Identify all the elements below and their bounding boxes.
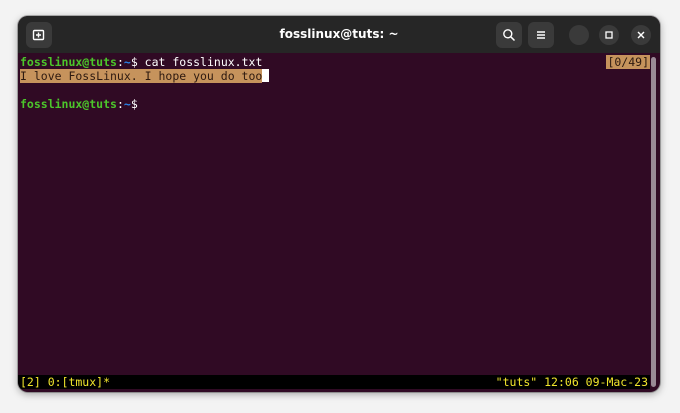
maximize-button[interactable]: [599, 25, 619, 45]
command-text: cat fosslinux.txt: [137, 55, 263, 69]
prompt-colon: :: [116, 97, 124, 111]
copy-mode-cursor: [262, 69, 270, 82]
hamburger-menu-icon: [537, 31, 545, 39]
tmux-status-right: "tuts" 12:06 09-Mac-23: [495, 375, 648, 389]
close-icon: [637, 31, 645, 39]
prompt-path: ~: [123, 97, 131, 111]
highlighted-output: I love FossLinux. I hope you do too: [20, 69, 263, 83]
prompt-colon: :: [116, 55, 124, 69]
prompt-user-host: fosslinux@tuts: [20, 55, 117, 69]
prompt-symbol: $: [130, 97, 138, 111]
search-button[interactable]: [496, 22, 522, 48]
minimize-icon: [574, 30, 584, 40]
scrollbar[interactable]: [651, 57, 656, 387]
prompt-path: ~: [123, 55, 131, 69]
close-button[interactable]: [631, 25, 651, 45]
tmux-status-left: [2] 0:[tmux]*: [20, 375, 111, 389]
prompt-line: fosslinux@tuts:~$: [20, 97, 138, 111]
search-icon: [503, 29, 516, 42]
copy-mode-position-indicator: [0/49]: [606, 55, 650, 69]
window-title: fosslinux@tuts: ~: [279, 27, 399, 41]
new-tab-icon: [32, 29, 45, 41]
minimize-button[interactable]: [569, 25, 589, 45]
tmux-status-bar: [2] 0:[tmux]* "tuts" 12:06 09-Mac-23: [18, 375, 650, 389]
title-bar: fosslinux@tuts: ~: [18, 16, 660, 53]
prompt-symbol: $: [130, 55, 138, 69]
maximize-icon: [605, 31, 613, 39]
command-line: fosslinux@tuts:~$ cat fosslinux.txt: [20, 55, 262, 69]
menu-button[interactable]: [528, 22, 554, 48]
terminal-area[interactable]: fosslinux@tuts:~$ cat fosslinux.txt I lo…: [18, 53, 660, 392]
terminal-window: fosslinux@tuts: ~ fosslinux@tuts:~$ cat …: [18, 16, 660, 392]
prompt-user-host: fosslinux@tuts: [20, 97, 117, 111]
output-line: I love FossLinux. I hope you do too: [20, 69, 270, 83]
new-tab-button[interactable]: [26, 22, 52, 48]
